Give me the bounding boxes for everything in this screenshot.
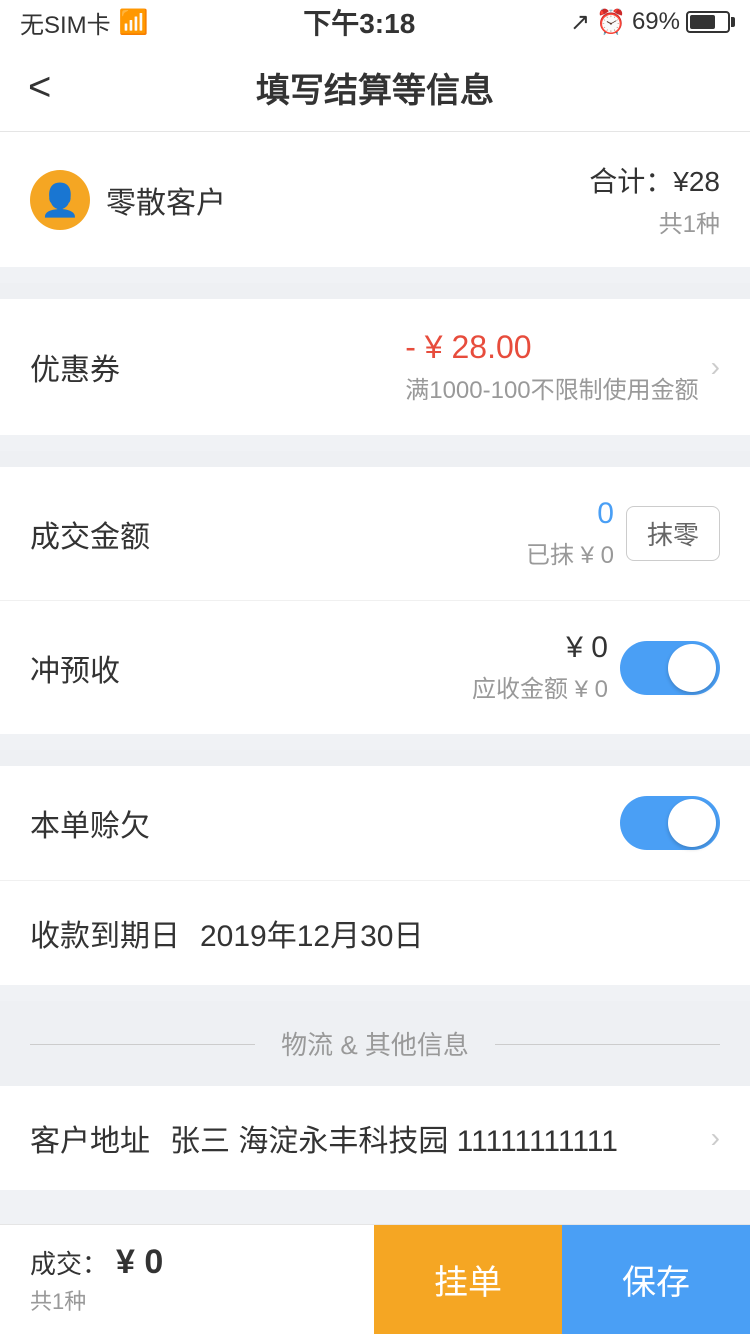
customer-left: 👤 零散客户	[30, 170, 226, 230]
status-left: 无SIM卡 📶	[20, 5, 149, 40]
coupon-label: 优惠券	[30, 345, 120, 389]
status-right: ↗ ⏰ 69%	[570, 8, 730, 37]
bottom-info: 成交： ¥ 0 共1种	[0, 1243, 374, 1316]
carrier-label: 无SIM卡	[20, 5, 111, 40]
save-button[interactable]: 保存	[562, 1225, 750, 1334]
address-chevron-icon: ›	[711, 1122, 720, 1154]
suspend-label: 挂单	[434, 1255, 502, 1304]
battery-percent: 69%	[632, 8, 680, 36]
prepayment-right: ¥ 0 应收金额 ¥ 0	[472, 631, 720, 704]
coupon-section: 优惠券 - ¥ 28.00 满1000-100不限制使用金额 ›	[0, 299, 750, 435]
page-title: 填写结算等信息	[256, 63, 494, 112]
avatar: 👤	[30, 170, 90, 230]
back-button[interactable]: <	[28, 65, 51, 110]
wifi-icon: 📶	[119, 8, 149, 37]
total-label: 合计：¥28	[589, 160, 720, 200]
transaction-right: 0 已抹 ¥ 0 抹零	[526, 497, 720, 570]
coupon-right: - ¥ 28.00 满1000-100不限制使用金额 ›	[405, 329, 720, 405]
customer-section: 👤 零散客户 合计：¥28 共1种	[0, 132, 750, 267]
transaction-value[interactable]: 0	[526, 497, 614, 531]
debit-row: 本单赊欠	[0, 766, 750, 880]
coupon-row[interactable]: 优惠券 - ¥ 28.00 满1000-100不限制使用金额 ›	[0, 299, 750, 435]
prepayment-row: 冲预收 ¥ 0 应收金额 ¥ 0	[0, 600, 750, 734]
bottom-total-label: 成交：	[30, 1244, 108, 1281]
location-icon: ↗	[570, 8, 590, 37]
customer-row: 👤 零散客户 合计：¥28 共1种	[0, 132, 750, 267]
separator-1	[0, 283, 750, 299]
transaction-row: 成交金额 0 已抹 ¥ 0 抹零	[0, 467, 750, 600]
alarm-icon: ⏰	[596, 8, 626, 37]
prepayment-toggle[interactable]	[620, 641, 720, 695]
bottom-bar: 成交： ¥ 0 共1种 挂单 保存	[0, 1224, 750, 1334]
due-date-row: 收款到期日 2019年12月30日	[0, 880, 750, 985]
separator-3	[0, 750, 750, 766]
save-label: 保存	[622, 1255, 690, 1304]
transaction-sub: 已抹 ¥ 0	[526, 535, 614, 570]
separator-2	[0, 451, 750, 467]
time-display: 下午3:18	[303, 2, 415, 42]
total-count: 共1种	[589, 204, 720, 239]
customer-name: 零散客户	[106, 178, 226, 222]
toggle-knob	[668, 644, 716, 692]
address-left: 客户地址 张三 海淀永丰科技园 11111111111	[30, 1116, 618, 1160]
logistics-divider: 物流 & 其他信息	[0, 1001, 750, 1086]
due-date-value[interactable]: 2019年12月30日	[200, 911, 423, 955]
bottom-count: 共1种	[30, 1284, 344, 1316]
customer-right: 合计：¥28 共1种	[589, 160, 720, 239]
address-value: 张三 海淀永丰科技园 11111111111	[170, 1116, 618, 1160]
suspend-button[interactable]: 挂单	[374, 1225, 562, 1334]
debit-label: 本单赊欠	[30, 801, 150, 845]
nav-bar: < 填写结算等信息	[0, 44, 750, 132]
status-bar: 无SIM卡 📶 下午3:18 ↗ ⏰ 69%	[0, 0, 750, 44]
bottom-amount: ¥ 0	[116, 1243, 163, 1282]
transaction-section: 成交金额 0 已抹 ¥ 0 抹零 冲预收 ¥ 0 应收金额 ¥ 0	[0, 467, 750, 734]
due-date-label: 收款到期日	[30, 911, 180, 955]
coupon-sub: 满1000-100不限制使用金额	[405, 370, 698, 405]
prepayment-sub: 应收金额 ¥ 0	[472, 669, 608, 704]
prepayment-value: ¥ 0	[472, 631, 608, 665]
debit-toggle-knob	[668, 799, 716, 847]
round-zero-button[interactable]: 抹零	[626, 506, 720, 561]
battery-fill	[690, 15, 715, 29]
debit-toggle[interactable]	[620, 796, 720, 850]
content-area: 👤 零散客户 合计：¥28 共1种 优惠券 - ¥ 28.00 满1000-10…	[0, 132, 750, 1326]
logistics-label: 物流 & 其他信息	[281, 1030, 469, 1060]
transaction-label: 成交金额	[30, 512, 150, 556]
avatar-icon: 👤	[40, 181, 80, 219]
address-section: 客户地址 张三 海淀永丰科技园 11111111111 ›	[0, 1086, 750, 1190]
battery-icon	[686, 11, 730, 33]
debit-section: 本单赊欠 收款到期日 2019年12月30日	[0, 766, 750, 985]
address-label: 客户地址	[30, 1116, 150, 1160]
coupon-discount: - ¥ 28.00	[405, 329, 698, 366]
chevron-right-icon: ›	[711, 351, 720, 383]
prepayment-label: 冲预收	[30, 646, 120, 690]
address-row[interactable]: 客户地址 张三 海淀永丰科技园 11111111111 ›	[0, 1086, 750, 1190]
debit-right	[620, 796, 720, 850]
